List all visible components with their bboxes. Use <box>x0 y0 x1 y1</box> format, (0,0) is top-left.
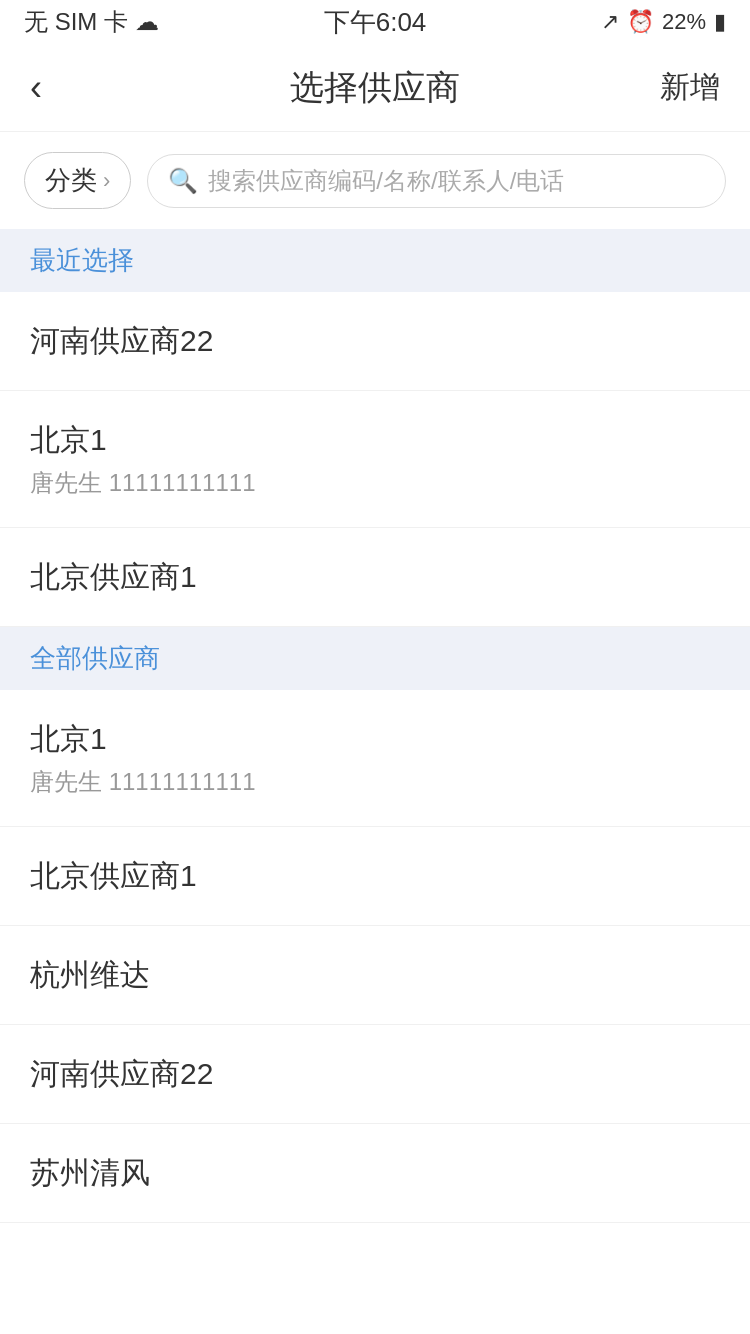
search-bar-area: 分类 › 🔍 搜索供应商编码/名称/联系人/电话 <box>0 132 750 229</box>
alarm-icon: ⏰ <box>627 9 654 35</box>
item-name: 北京供应商1 <box>30 855 720 897</box>
status-right: ↗ ⏰ 22% ▮ <box>601 9 726 35</box>
all-list-item[interactable]: 苏州清风 <box>0 1124 750 1223</box>
search-icon: 🔍 <box>168 167 198 195</box>
item-name: 北京供应商1 <box>30 556 720 598</box>
nav-bar: ‹ 选择供应商 新增 <box>0 44 750 132</box>
item-sub: 唐先生 11111111111 <box>30 766 720 798</box>
status-left: 无 SIM 卡 ☁ <box>24 6 159 38</box>
item-name: 河南供应商22 <box>30 1053 720 1095</box>
all-list-item[interactable]: 杭州维达 <box>0 926 750 1025</box>
location-icon: ↗ <box>601 9 619 35</box>
item-name: 苏州清风 <box>30 1152 720 1194</box>
recent-items-list: 河南供应商22 北京1 唐先生 11111111111 北京供应商1 <box>0 292 750 627</box>
battery-level: 22% <box>662 9 706 35</box>
all-list-item[interactable]: 北京1 唐先生 11111111111 <box>0 690 750 827</box>
search-placeholder-text: 搜索供应商编码/名称/联系人/电话 <box>208 165 564 197</box>
item-name: 北京1 <box>30 419 720 461</box>
all-section-header: 全部供应商 <box>0 627 750 690</box>
recent-section-header: 最近选择 <box>0 229 750 292</box>
item-name: 河南供应商22 <box>30 320 720 362</box>
status-bar: 无 SIM 卡 ☁ 下午6:04 ↗ ⏰ 22% ▮ <box>0 0 750 44</box>
category-button[interactable]: 分类 › <box>24 152 131 209</box>
add-button[interactable]: 新增 <box>660 67 720 108</box>
battery-icon: ▮ <box>714 9 726 35</box>
search-input-wrap[interactable]: 🔍 搜索供应商编码/名称/联系人/电话 <box>147 154 726 208</box>
item-name: 北京1 <box>30 718 720 760</box>
sim-status: 无 SIM 卡 ☁ <box>24 6 159 38</box>
recent-list-item[interactable]: 河南供应商22 <box>0 292 750 391</box>
status-time: 下午6:04 <box>324 5 427 40</box>
all-items-list: 北京1 唐先生 11111111111 北京供应商1 杭州维达河南供应商22 苏州清风 <box>0 690 750 1223</box>
item-name: 杭州维达 <box>30 954 720 996</box>
category-label: 分类 <box>45 163 97 198</box>
all-list-item[interactable]: 河南供应商22 <box>0 1025 750 1124</box>
page-title: 选择供应商 <box>290 65 460 111</box>
recent-list-item[interactable]: 北京1 唐先生 11111111111 <box>0 391 750 528</box>
chevron-right-icon: › <box>103 168 110 194</box>
all-list-item[interactable]: 北京供应商1 <box>0 827 750 926</box>
recent-list-item[interactable]: 北京供应商1 <box>0 528 750 627</box>
back-button[interactable]: ‹ <box>30 67 90 109</box>
item-sub: 唐先生 11111111111 <box>30 467 720 499</box>
